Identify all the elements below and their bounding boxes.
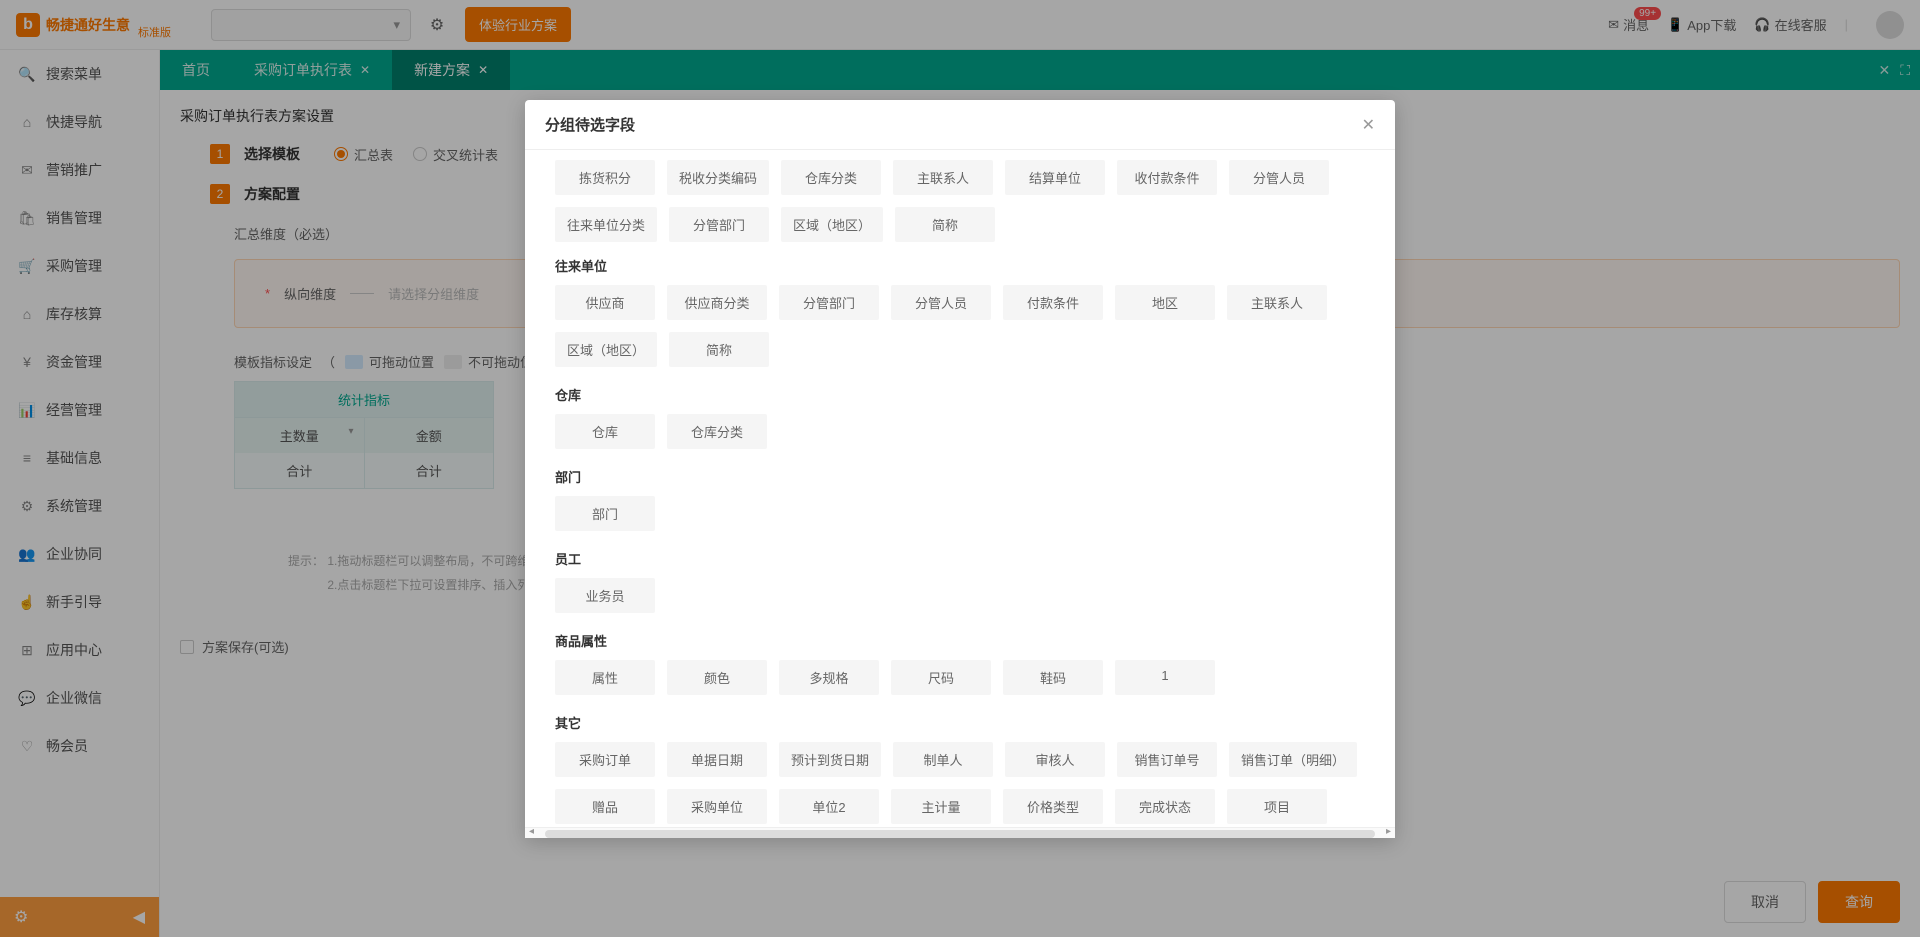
field-chip[interactable]: 采购订单: [555, 742, 655, 777]
field-chip[interactable]: 主联系人: [893, 160, 993, 195]
field-chip[interactable]: 分管部门: [779, 285, 879, 320]
field-chip[interactable]: 地区: [1115, 285, 1215, 320]
field-chip[interactable]: 单据日期: [667, 742, 767, 777]
field-chip[interactable]: 预计到货日期: [779, 742, 881, 777]
field-chip[interactable]: 区域（地区）: [555, 332, 657, 367]
modal-body: 拣货积分税收分类编码仓库分类主联系人结算单位收付款条件分管人员 往来单位分类分管…: [525, 150, 1395, 827]
field-chip[interactable]: 区域（地区）: [781, 207, 883, 242]
field-chip[interactable]: 销售订单（明细）: [1229, 742, 1357, 777]
modal-overlay[interactable]: 分组待选字段 ✕ 拣货积分税收分类编码仓库分类主联系人结算单位收付款条件分管人员…: [0, 0, 1920, 937]
field-group: 员工业务员: [555, 549, 1365, 613]
field-chip[interactable]: 供应商: [555, 285, 655, 320]
field-chip[interactable]: 简称: [895, 207, 995, 242]
field-group-title: 商品属性: [555, 631, 1365, 650]
field-chip[interactable]: 主联系人: [1227, 285, 1327, 320]
field-group: 其它采购订单单据日期预计到货日期制单人审核人销售订单号销售订单（明细） 赠品采购单…: [555, 713, 1365, 827]
field-chip[interactable]: 分管部门: [669, 207, 769, 242]
field-selector-modal: 分组待选字段 ✕ 拣货积分税收分类编码仓库分类主联系人结算单位收付款条件分管人员…: [525, 100, 1395, 838]
field-chip[interactable]: 销售订单号: [1117, 742, 1217, 777]
field-chip[interactable]: 颜色: [667, 660, 767, 695]
field-chip[interactable]: 收付款条件: [1117, 160, 1217, 195]
field-chip[interactable]: 简称: [669, 332, 769, 367]
field-group: 商品属性属性颜色多规格尺码鞋码 1: [555, 631, 1365, 695]
field-chip[interactable]: 审核人: [1005, 742, 1105, 777]
field-chip[interactable]: 属性: [555, 660, 655, 695]
field-chip[interactable]: 税收分类编码: [667, 160, 769, 195]
field-row-top: 拣货积分税收分类编码仓库分类主联系人结算单位收付款条件分管人员: [555, 160, 1365, 195]
modal-header: 分组待选字段 ✕: [525, 100, 1395, 150]
field-group-title: 其它: [555, 713, 1365, 732]
field-chip[interactable]: 多规格: [779, 660, 879, 695]
field-chips-row: 供应商供应商分类分管部门分管人员付款条件地区主联系人区域（地区） 简称: [555, 285, 1365, 367]
field-chip[interactable]: 尺码: [891, 660, 991, 695]
field-chip[interactable]: 制单人: [893, 742, 993, 777]
field-group: 仓库仓库仓库分类: [555, 385, 1365, 449]
field-chip[interactable]: 往来单位分类: [555, 207, 657, 242]
field-group: 往来单位供应商供应商分类分管部门分管人员付款条件地区主联系人区域（地区） 简称: [555, 256, 1365, 367]
field-group: 部门部门: [555, 467, 1365, 531]
field-chip[interactable]: 完成状态: [1115, 789, 1215, 824]
field-chip[interactable]: 赠品: [555, 789, 655, 824]
field-chip[interactable]: 主计量: [891, 789, 991, 824]
field-chip[interactable]: 仓库分类: [667, 414, 767, 449]
field-chips-row: 采购订单单据日期预计到货日期制单人审核人销售订单号销售订单（明细） 赠品采购单位单…: [555, 742, 1365, 827]
field-group-title: 往来单位: [555, 256, 1365, 275]
modal-horizontal-scrollbar[interactable]: [525, 827, 1395, 838]
field-chips-row: 仓库仓库分类: [555, 414, 1365, 449]
field-chips-row: 属性颜色多规格尺码鞋码 1: [555, 660, 1365, 695]
field-chip[interactable]: 供应商分类: [667, 285, 767, 320]
field-chip[interactable]: 分管人员: [1229, 160, 1329, 195]
field-chip[interactable]: 拣货积分: [555, 160, 655, 195]
field-chip[interactable]: 采购单位: [667, 789, 767, 824]
field-chip[interactable]: 1: [1115, 660, 1215, 695]
field-chip[interactable]: 部门: [555, 496, 655, 531]
field-row-top2: 往来单位分类分管部门区域（地区） 简称: [555, 207, 1365, 242]
field-chips-row: 业务员: [555, 578, 1365, 613]
scrollbar-thumb[interactable]: [545, 830, 1375, 838]
field-chip[interactable]: 付款条件: [1003, 285, 1103, 320]
field-group-title: 仓库: [555, 385, 1365, 404]
close-icon[interactable]: ✕: [1362, 115, 1375, 135]
field-group-title: 员工: [555, 549, 1365, 568]
field-chip[interactable]: 仓库: [555, 414, 655, 449]
field-chip[interactable]: 项目: [1227, 789, 1327, 824]
field-chip[interactable]: 价格类型: [1003, 789, 1103, 824]
field-chip[interactable]: 分管人员: [891, 285, 991, 320]
field-chip[interactable]: 业务员: [555, 578, 655, 613]
field-group-title: 部门: [555, 467, 1365, 486]
modal-title: 分组待选字段: [545, 114, 635, 135]
field-chip[interactable]: 结算单位: [1005, 160, 1105, 195]
field-chip[interactable]: 仓库分类: [781, 160, 881, 195]
field-chip[interactable]: 单位2: [779, 789, 879, 824]
field-chips-row: 部门: [555, 496, 1365, 531]
field-chip[interactable]: 鞋码: [1003, 660, 1103, 695]
